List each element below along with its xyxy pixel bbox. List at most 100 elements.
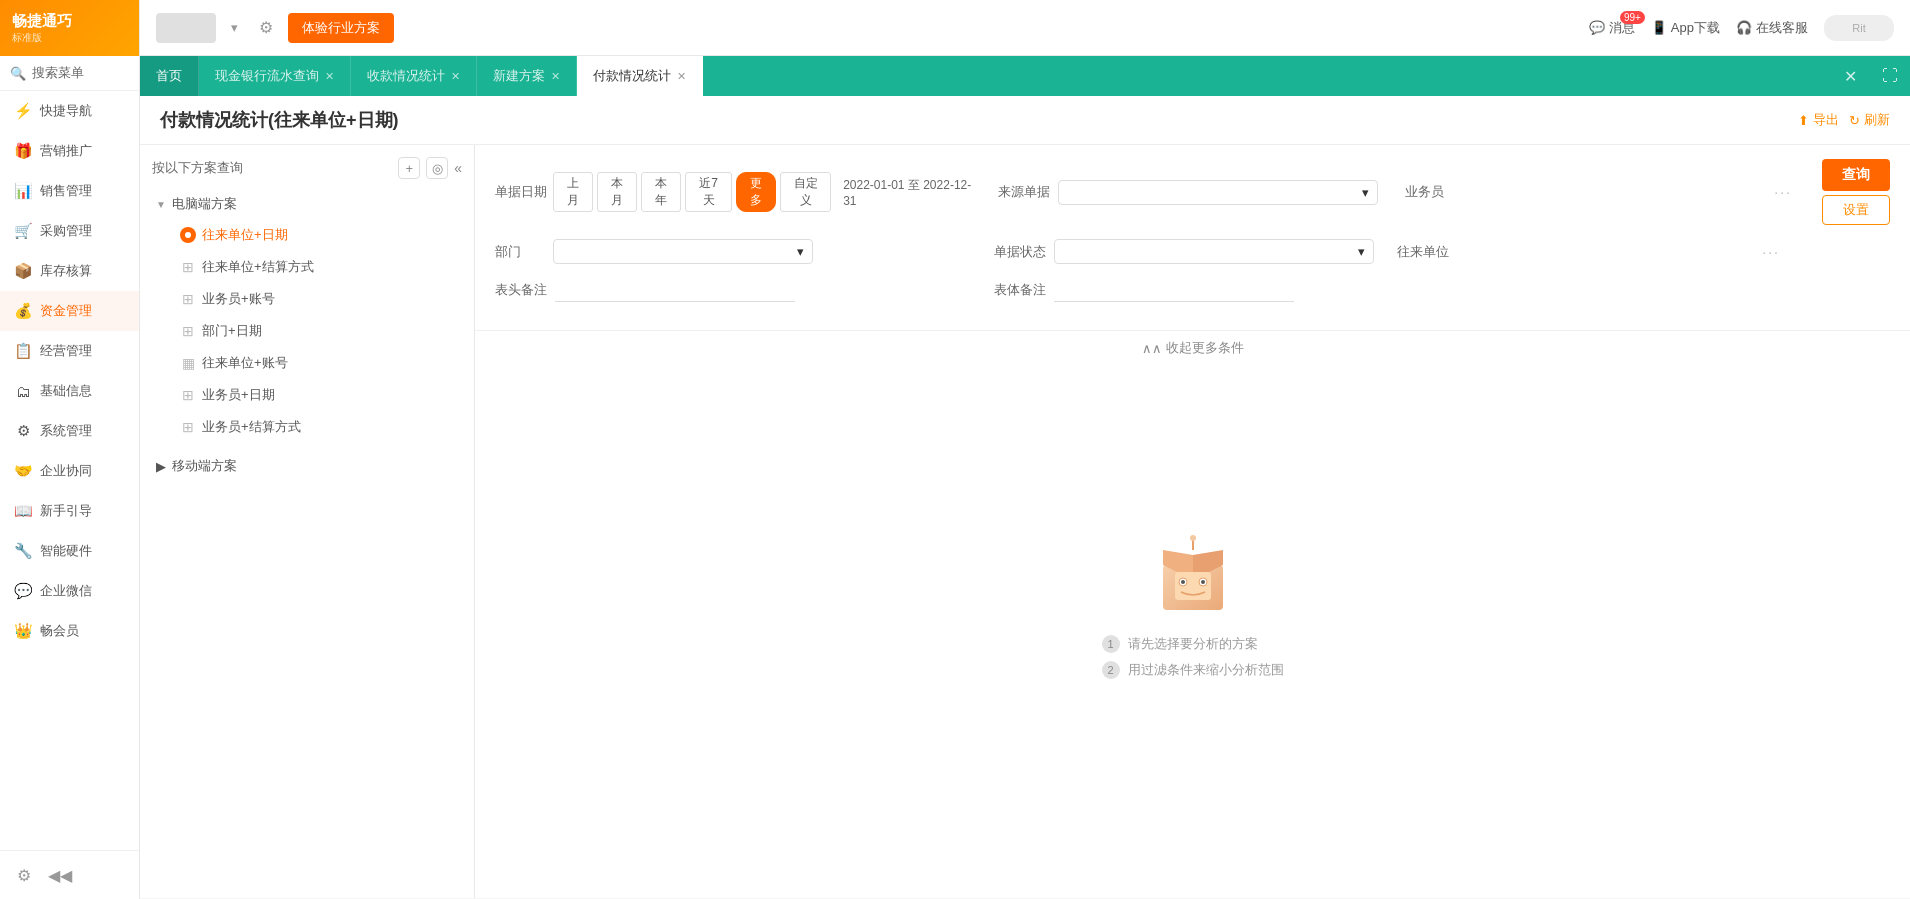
tab-collection-stat-close[interactable]: ✕ <box>451 70 460 83</box>
header-right: 💬 消息 99+ 📱 App下载 🎧 在线客服 Rit <box>1589 15 1894 41</box>
tab-bank-flow-close[interactable]: ✕ <box>325 70 334 83</box>
unit-filter-field: 往来单位 ··· <box>1397 243 1780 261</box>
left-panel-title: 按以下方案查询 <box>152 159 243 177</box>
filter-panel: 按以下方案查询 + ◎ « ▼ 电脑端方案 <box>140 145 1910 898</box>
sidebar-item-purchase[interactable]: 🛒 采购管理 <box>0 211 139 251</box>
sidebar-item-marketing[interactable]: 🎁 营销推广 <box>0 131 139 171</box>
sidebar-search-item[interactable]: 🔍 搜索菜单 <box>0 56 139 91</box>
date-btn-custom[interactable]: 自定义 <box>780 172 831 212</box>
svg-point-7 <box>1181 580 1185 584</box>
tab-bank-flow[interactable]: 现金银行流水查询 ✕ <box>199 56 351 96</box>
tab-collection-stat[interactable]: 收款情况统计 ✕ <box>351 56 477 96</box>
tab-new-scheme[interactable]: 新建方案 ✕ <box>477 56 577 96</box>
tab-close-all-btn[interactable]: ✕ <box>1830 56 1870 96</box>
scheme-item-unit-date[interactable]: 往来单位+日期 <box>172 219 462 251</box>
scheme-item-label: 业务员+结算方式 <box>202 418 301 436</box>
top-header: ▾ ⚙ 体验行业方案 💬 消息 99+ 📱 App下载 🎧 在线客服 Rit <box>140 0 1910 56</box>
pc-group-label: 电脑端方案 <box>172 195 237 213</box>
dept-filter-field: 部门 ▾ <box>495 239 974 264</box>
tab-home[interactable]: 首页 <box>140 56 199 96</box>
date-filter-field: 单据日期 上月 本月 本年 近7天 更多 自定义 2022-01-01 至 20… <box>495 172 978 212</box>
pc-group-arrow: ▼ <box>156 199 166 210</box>
message-btn[interactable]: 💬 消息 99+ <box>1589 19 1635 37</box>
service-label: 在线客服 <box>1756 19 1808 37</box>
tab-new-scheme-close[interactable]: ✕ <box>551 70 560 83</box>
pc-scheme-group: ▼ 电脑端方案 往来单位+日期 ⊞ 往来单位+结算方式 <box>152 189 462 443</box>
source-select[interactable]: ▾ <box>1058 180 1378 205</box>
date-btn-group: 上月 本月 本年 近7天 更多 自定义 <box>553 172 831 212</box>
sidebar-search-label: 搜索菜单 <box>32 64 84 82</box>
sidebar-item-inventory[interactable]: 📦 库存核算 <box>0 251 139 291</box>
operations-icon: 📋 <box>14 342 32 360</box>
table-header-note-field: 表头备注 <box>495 278 974 302</box>
collapse-panel-btn[interactable]: « <box>454 160 462 176</box>
scheme-item-unit-account[interactable]: ▦ 往来单位+账号 <box>172 347 462 379</box>
svg-point-8 <box>1201 580 1205 584</box>
table-header-note-label: 表头备注 <box>495 281 547 299</box>
sidebar-item-base-info[interactable]: 🗂 基础信息 <box>0 371 139 411</box>
wechat-icon: 💬 <box>14 582 32 600</box>
date-btn-this-year[interactable]: 本年 <box>641 172 681 212</box>
add-scheme-btn[interactable]: + <box>398 157 420 179</box>
trial-scheme-btn[interactable]: 体验行业方案 <box>288 13 394 43</box>
collapse-more-conditions-btn[interactable]: ∧∧ 收起更多条件 <box>475 330 1910 365</box>
status-select[interactable]: ▾ <box>1054 239 1374 264</box>
refresh-icon: ↻ <box>1849 113 1860 128</box>
online-service-btn[interactable]: 🎧 在线客服 <box>1736 19 1808 37</box>
sidebar-item-sales[interactable]: 📊 销售管理 <box>0 171 139 211</box>
sidebar-item-label: 基础信息 <box>40 382 92 400</box>
sidebar-item-guide[interactable]: 📖 新手引导 <box>0 491 139 531</box>
user-avatar[interactable]: Rit <box>1824 15 1894 41</box>
manage-scheme-btn[interactable]: ◎ <box>426 157 448 179</box>
pc-scheme-group-header[interactable]: ▼ 电脑端方案 <box>152 189 462 219</box>
settings-gear-btn[interactable]: ⚙ <box>252 14 280 42</box>
filter-row-3: 表头备注 表体备注 <box>495 278 1890 302</box>
status-filter-label: 单据状态 <box>994 243 1046 261</box>
sidebar-item-wechat[interactable]: 💬 企业微信 <box>0 571 139 611</box>
sidebar-settings-btn[interactable]: ⚙ <box>10 861 38 889</box>
set-btn[interactable]: 设置 <box>1822 195 1890 225</box>
mobile-group-label: 移动端方案 <box>172 457 237 475</box>
scheme-item-staff-date[interactable]: ⊞ 业务员+日期 <box>172 379 462 411</box>
scheme-item-staff-account[interactable]: ⊞ 业务员+账号 <box>172 283 462 315</box>
date-btn-last-month[interactable]: 上月 <box>553 172 593 212</box>
tab-payment-stat-close[interactable]: ✕ <box>677 70 686 83</box>
scheme-item-label: 往来单位+结算方式 <box>202 258 314 276</box>
scheme-icon-grid4: ⊞ <box>180 387 196 403</box>
refresh-label: 刷新 <box>1864 111 1890 129</box>
sidebar-item-system[interactable]: ⚙ 系统管理 <box>0 411 139 451</box>
dept-select[interactable]: ▾ <box>553 239 813 264</box>
scheme-icon-grid2: ⊞ <box>180 291 196 307</box>
export-btn[interactable]: ⬆ 导出 <box>1798 111 1839 129</box>
date-range-display: 2022-01-01 至 2022-12-31 <box>843 177 978 208</box>
table-header-note-input[interactable] <box>555 278 795 302</box>
unit-ellipsis[interactable]: ··· <box>1762 244 1780 260</box>
app-download-btn[interactable]: 📱 App下载 <box>1651 19 1720 37</box>
guide-icon: 📖 <box>14 502 32 520</box>
tab-maximize-btn[interactable]: ⛶ <box>1870 56 1910 96</box>
date-btn-this-month[interactable]: 本月 <box>597 172 637 212</box>
sidebar-item-smart-hw[interactable]: 🔧 智能硬件 <box>0 531 139 571</box>
content-area: 付款情况统计(往来单位+日期) ⬆ 导出 ↻ 刷新 按以下方案查询 + <box>140 96 1910 899</box>
query-btn[interactable]: 查询 <box>1822 159 1890 191</box>
table-body-note-label: 表体备注 <box>994 281 1046 299</box>
scheme-item-unit-settle[interactable]: ⊞ 往来单位+结算方式 <box>172 251 462 283</box>
table-body-note-input[interactable] <box>1054 278 1294 302</box>
enterprise-icon: 🤝 <box>14 462 32 480</box>
sidebar-item-member[interactable]: 👑 畅会员 <box>0 611 139 651</box>
sidebar-item-funds[interactable]: 💰 资金管理 <box>0 291 139 331</box>
date-btn-more[interactable]: 更多 <box>736 172 776 212</box>
company-dropdown-btn[interactable]: ▾ <box>224 18 244 38</box>
sidebar-item-operations[interactable]: 📋 经营管理 <box>0 331 139 371</box>
sidebar-collapse-btn[interactable]: ◀◀ <box>46 861 74 889</box>
sidebar-item-quick-nav[interactable]: ⚡ 快捷导航 <box>0 91 139 131</box>
tab-payment-stat[interactable]: 付款情况统计 ✕ <box>577 56 703 96</box>
refresh-btn[interactable]: ↻ 刷新 <box>1849 111 1890 129</box>
staff-ellipsis[interactable]: ··· <box>1774 184 1792 200</box>
sidebar-item-enterprise[interactable]: 🤝 企业协同 <box>0 451 139 491</box>
export-icon: ⬆ <box>1798 113 1809 128</box>
scheme-item-dept-date[interactable]: ⊞ 部门+日期 <box>172 315 462 347</box>
date-btn-7days[interactable]: 近7天 <box>685 172 731 212</box>
mobile-group-header[interactable]: ▶ 移动端方案 <box>152 451 462 481</box>
scheme-item-staff-settle[interactable]: ⊞ 业务员+结算方式 <box>172 411 462 443</box>
